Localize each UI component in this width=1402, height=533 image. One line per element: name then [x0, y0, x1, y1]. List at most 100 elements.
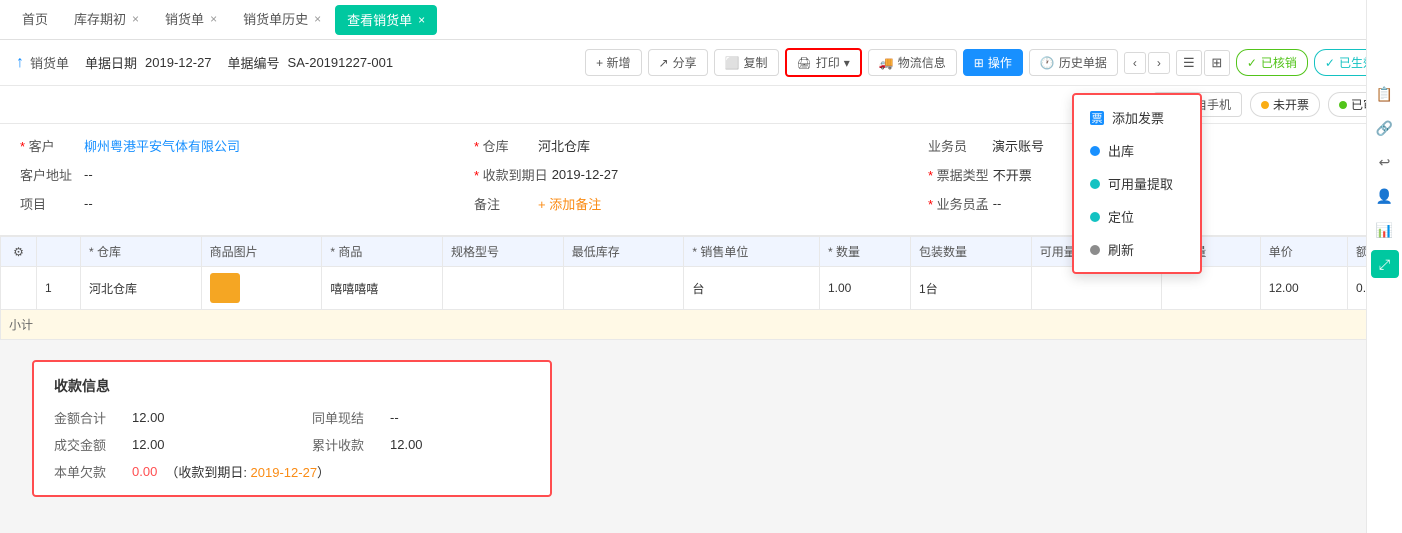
- row-spec: [443, 267, 564, 310]
- check-icon2: ✓: [1325, 56, 1335, 70]
- staff-value: 演示账号: [992, 136, 1044, 155]
- main-wrapper: 首页 库存期初 × 销货单 × 销货单历史 × 查看销货单 × × ↑ 销货单 …: [0, 0, 1402, 517]
- tab-sales-history[interactable]: 销货单历史 ×: [231, 0, 333, 40]
- cancelled-badge: ✓ 已核销: [1236, 49, 1308, 76]
- history-icon: 🕐: [1040, 56, 1055, 70]
- sidebar-icon-user[interactable]: 👤: [1371, 182, 1399, 210]
- sidebar-icon-expand[interactable]: ⤢: [1371, 250, 1399, 278]
- warehouse-field: 仓库 河北仓库: [474, 136, 928, 155]
- dropdown-menu: 票 添加发票 出库 可用量提取 定位 刷新: [1072, 93, 1202, 274]
- doc-date-label: 单据日期: [85, 53, 137, 72]
- due-date-value: 2019-12-27: [552, 167, 619, 182]
- list-view-btn[interactable]: ☰: [1176, 50, 1202, 76]
- history-button[interactable]: 🕐 历史单据: [1029, 49, 1118, 76]
- row-price: 12.00: [1260, 267, 1347, 310]
- dropdown-refresh[interactable]: 刷新: [1074, 233, 1200, 266]
- not-opened-badge[interactable]: 未开票: [1250, 92, 1320, 117]
- tab-sales-close[interactable]: ×: [210, 12, 217, 26]
- sidebar-icon-clipboard[interactable]: 📋: [1371, 80, 1399, 108]
- row-min-stock: [563, 267, 684, 310]
- truck-icon: 🚚: [879, 56, 894, 70]
- col-warehouse: * 仓库: [80, 237, 201, 267]
- status-dot-green: [1339, 101, 1347, 109]
- ticket-type-label: 票据类型: [928, 165, 989, 184]
- next-arrow[interactable]: ›: [1148, 52, 1170, 74]
- logistics-button[interactable]: 🚚 物流信息: [868, 49, 957, 76]
- customer-value[interactable]: 柳州粤港平安气体有限公司: [84, 136, 240, 155]
- total-label: 金额合计: [54, 408, 124, 427]
- row-settings: [1, 267, 37, 310]
- project-value: --: [84, 196, 93, 211]
- available-qty-icon: [1090, 179, 1100, 189]
- dropdown-locate[interactable]: 定位: [1074, 200, 1200, 233]
- tab-view-sales-label: 查看销货单: [347, 10, 412, 29]
- note-add-button[interactable]: + 添加备注: [538, 194, 601, 213]
- payment-wrapper: 收款信息 金额合计 12.00 同单现结 -- 成交金额 12.00 累计收款 …: [0, 340, 1402, 517]
- refresh-label: 刷新: [1108, 240, 1134, 259]
- row-pack-qty: 1台: [911, 267, 1032, 310]
- copy-button[interactable]: ⬜ 复制: [714, 49, 779, 76]
- same-settle-label: 同单现结: [312, 408, 382, 427]
- row-qty: 1.00: [819, 267, 910, 310]
- project-label: 项目: [20, 194, 80, 213]
- col-num: [37, 237, 81, 267]
- doc-number-label: 单据编号: [228, 53, 280, 72]
- tab-sales-history-label: 销货单历史: [243, 9, 308, 28]
- col-spec: 规格型号: [443, 237, 564, 267]
- due-label: 本单欠款: [54, 462, 124, 481]
- share-icon: ↗: [659, 56, 669, 70]
- print-icon: 🖨: [797, 56, 812, 70]
- subtotal-label: 小计: [1, 310, 1402, 340]
- tab-inventory-label: 库存期初: [74, 9, 126, 28]
- tab-inventory-close[interactable]: ×: [132, 12, 139, 26]
- row-warehouse: 河北仓库: [80, 267, 201, 310]
- row-unit: 台: [684, 267, 820, 310]
- project-field: 项目 --: [20, 194, 474, 213]
- check-icon: ✓: [1247, 56, 1257, 70]
- col-pack-qty: 包装数量: [911, 237, 1032, 267]
- tab-sales[interactable]: 销货单 ×: [153, 0, 229, 40]
- dropdown-add-invoice[interactable]: 票 添加发票: [1074, 101, 1200, 134]
- add-button[interactable]: + 新增: [585, 49, 641, 76]
- staff2-label: 业务员孟: [928, 194, 989, 213]
- doc-header: ↑ 销货单 单据日期 2019-12-27 单据编号 SA-20191227-0…: [0, 40, 1402, 86]
- note-label: 备注: [474, 194, 534, 213]
- tab-view-sales[interactable]: 查看销货单 ×: [335, 5, 437, 35]
- due-row: 本单欠款 0.00 （收款到期日: 2019-12-27）: [54, 462, 530, 481]
- address-value: --: [84, 167, 93, 182]
- grid-icon: ⊞: [974, 56, 984, 70]
- deal-amount-value: 12.00: [132, 437, 165, 452]
- grid-view-btn[interactable]: ⊞: [1204, 50, 1230, 76]
- sidebar-icon-link[interactable]: 🔗: [1371, 114, 1399, 142]
- share-button[interactable]: ↗ 分享: [648, 49, 708, 76]
- doc-type-icon: ↑: [16, 54, 24, 72]
- prev-arrow[interactable]: ‹: [1124, 52, 1146, 74]
- same-settle-row: 同单现结 --: [312, 408, 530, 427]
- operate-button[interactable]: ⊞ 操作: [963, 49, 1023, 76]
- print-dropdown-arrow: ▾: [844, 56, 850, 70]
- tab-home[interactable]: 首页: [10, 0, 60, 40]
- cumulative-label: 累计收款: [312, 435, 382, 454]
- tab-view-sales-close[interactable]: ×: [418, 13, 425, 27]
- staff-label: 业务员: [928, 136, 988, 155]
- plus-icon: +: [538, 197, 546, 212]
- tab-inventory[interactable]: 库存期初 ×: [62, 0, 151, 40]
- sidebar-icon-reply[interactable]: ↩: [1371, 148, 1399, 176]
- col-price: 单价: [1260, 237, 1347, 267]
- col-settings[interactable]: ⚙: [1, 237, 37, 267]
- tab-sales-history-close[interactable]: ×: [314, 12, 321, 26]
- dropdown-available-qty[interactable]: 可用量提取: [1074, 167, 1200, 200]
- due-note: （收款到期日: 2019-12-27）: [165, 462, 330, 481]
- total-row: 金额合计 12.00: [54, 408, 272, 427]
- warehouse-label: 仓库: [474, 136, 534, 155]
- due-value: 0.00: [132, 464, 157, 479]
- col-product: * 商品: [322, 237, 443, 267]
- payment-title: 收款信息: [54, 376, 530, 396]
- payment-grid: 金额合计 12.00 同单现结 -- 成交金额 12.00 累计收款 12.00…: [54, 408, 530, 481]
- address-label: 客户地址: [20, 165, 80, 184]
- print-button[interactable]: 🖨 打印 ▾: [785, 48, 862, 77]
- dropdown-outbound[interactable]: 出库: [1074, 134, 1200, 167]
- row-product: 嘻嘻嘻嘻: [322, 267, 443, 310]
- doc-number-value: SA-20191227-001: [288, 55, 394, 70]
- sidebar-icon-chart[interactable]: 📊: [1371, 216, 1399, 244]
